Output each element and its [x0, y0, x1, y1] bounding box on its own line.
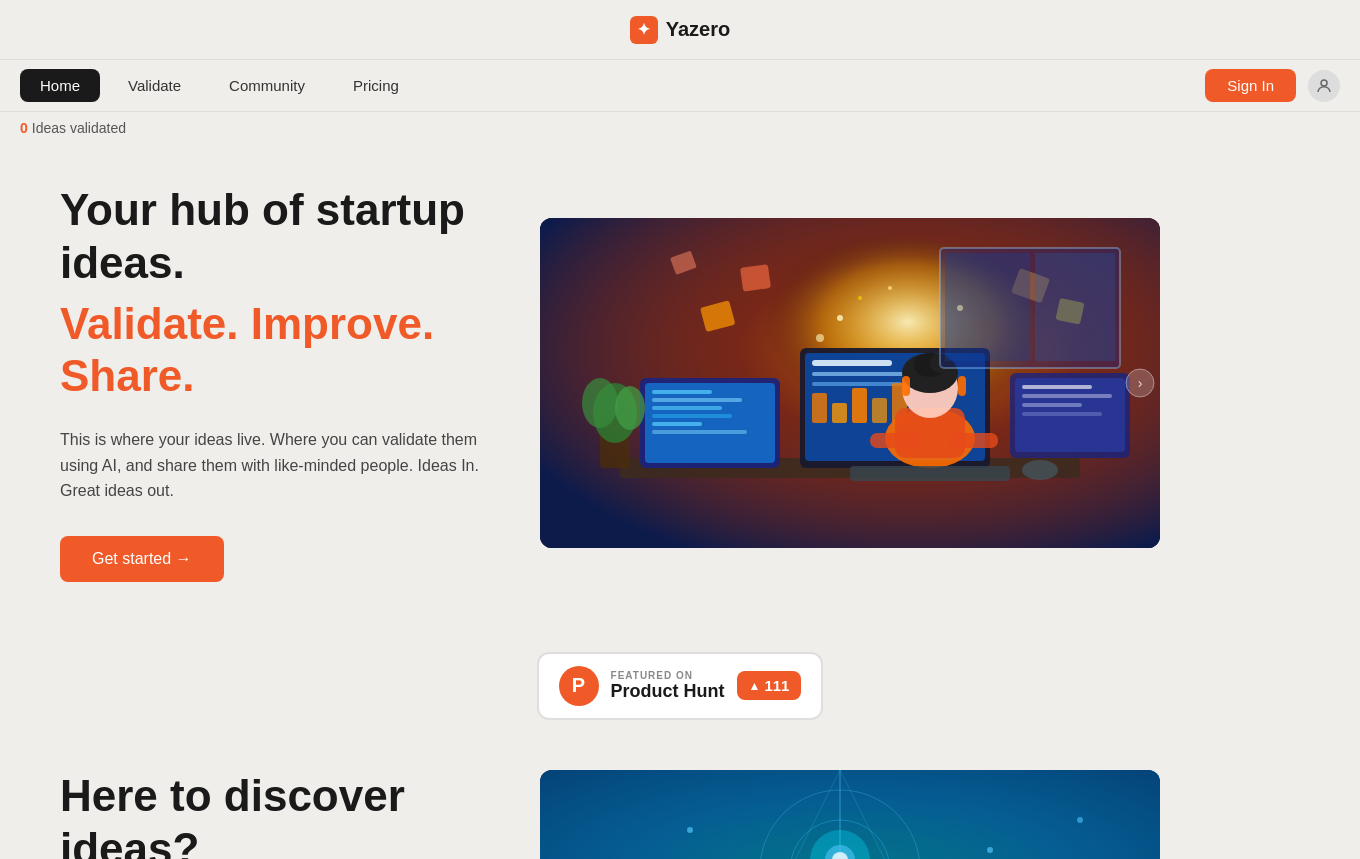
svg-rect-8 [652, 398, 742, 402]
svg-point-76 [1077, 817, 1083, 823]
ph-vote-count: 111 [764, 677, 789, 694]
svg-rect-18 [812, 393, 827, 423]
svg-point-58 [957, 305, 963, 311]
svg-point-0 [1321, 80, 1327, 86]
get-started-button[interactable]: Get started → [60, 536, 224, 582]
svg-point-73 [987, 847, 993, 853]
top-bar: ✦ Yazero [0, 0, 1360, 60]
ph-logo-icon: P [559, 666, 599, 706]
svg-point-54 [837, 315, 843, 321]
svg-rect-15 [812, 360, 892, 366]
hero-subtitle: Validate. Improve. Share. [60, 298, 480, 404]
bottom-section: Here to discover ideas? [0, 750, 1360, 859]
hero-left: Your hub of startup ideas. Validate. Imp… [60, 184, 480, 582]
bottom-left: Here to discover ideas? [60, 770, 480, 859]
bottom-illustration [540, 770, 1160, 859]
svg-point-49 [615, 386, 645, 430]
svg-rect-38 [948, 433, 998, 448]
svg-rect-52 [1035, 253, 1115, 361]
svg-point-57 [888, 286, 892, 290]
nav-home-button[interactable]: Home [20, 69, 100, 102]
svg-rect-9 [652, 406, 722, 410]
svg-rect-28 [1022, 412, 1102, 416]
hero-section: Your hub of startup ideas. Validate. Imp… [0, 144, 1360, 622]
svg-rect-25 [1022, 385, 1092, 389]
ph-text: FEATURED ON Product Hunt [611, 670, 725, 702]
svg-rect-43 [740, 264, 771, 292]
bottom-right [540, 770, 1160, 859]
svg-rect-7 [652, 390, 712, 394]
hero-title: Your hub of startup ideas. [60, 184, 480, 290]
svg-rect-35 [902, 376, 910, 396]
svg-point-40 [1022, 460, 1058, 480]
logo-text: Yazero [666, 18, 730, 41]
svg-rect-10 [652, 414, 732, 418]
ideas-text: Ideas validated [32, 120, 126, 136]
logo-icon: ✦ [630, 16, 658, 44]
nav-left: Home Validate Community Pricing [20, 69, 419, 102]
hero-illustration: › [540, 218, 1160, 548]
nav-validate-button[interactable]: Validate [108, 69, 201, 102]
svg-point-56 [816, 334, 824, 342]
svg-rect-37 [870, 433, 920, 448]
bottom-image [540, 770, 1160, 859]
svg-rect-39 [850, 466, 1010, 481]
svg-rect-17 [812, 382, 902, 386]
svg-rect-11 [652, 422, 702, 426]
logo-container: ✦ Yazero [630, 16, 730, 44]
ph-upvote-icon: ▲ [749, 679, 761, 693]
ideas-bar: 0 Ideas validated [0, 112, 1360, 144]
ph-featured-label: FEATURED ON [611, 670, 725, 681]
nav-pricing-button[interactable]: Pricing [333, 69, 419, 102]
svg-point-71 [687, 827, 693, 833]
nav-community-button[interactable]: Community [209, 69, 325, 102]
svg-rect-21 [872, 398, 887, 423]
svg-rect-19 [832, 403, 847, 423]
nav-bar: Home Validate Community Pricing Sign In [0, 60, 1360, 112]
hero-image: › [540, 218, 1160, 548]
svg-rect-12 [652, 430, 747, 434]
svg-text:›: › [1138, 375, 1143, 391]
ideas-count: 0 [20, 120, 28, 136]
user-avatar-icon[interactable] [1308, 70, 1340, 102]
svg-rect-26 [1022, 394, 1112, 398]
product-hunt-badge[interactable]: P FEATURED ON Product Hunt ▲ 111 [537, 652, 824, 720]
nav-right: Sign In [1205, 69, 1340, 102]
hero-description: This is where your ideas live. Where you… [60, 427, 480, 504]
sign-in-button[interactable]: Sign In [1205, 69, 1296, 102]
ph-votes: ▲ 111 [737, 671, 802, 700]
svg-rect-36 [958, 376, 966, 396]
hero-right: › [540, 218, 1160, 548]
svg-point-48 [582, 378, 618, 428]
svg-point-55 [858, 296, 862, 300]
ph-name: Product Hunt [611, 681, 725, 702]
bottom-title: Here to discover ideas? [60, 770, 480, 859]
svg-rect-27 [1022, 403, 1082, 407]
badge-section: P FEATURED ON Product Hunt ▲ 111 [0, 622, 1360, 750]
svg-rect-20 [852, 388, 867, 423]
